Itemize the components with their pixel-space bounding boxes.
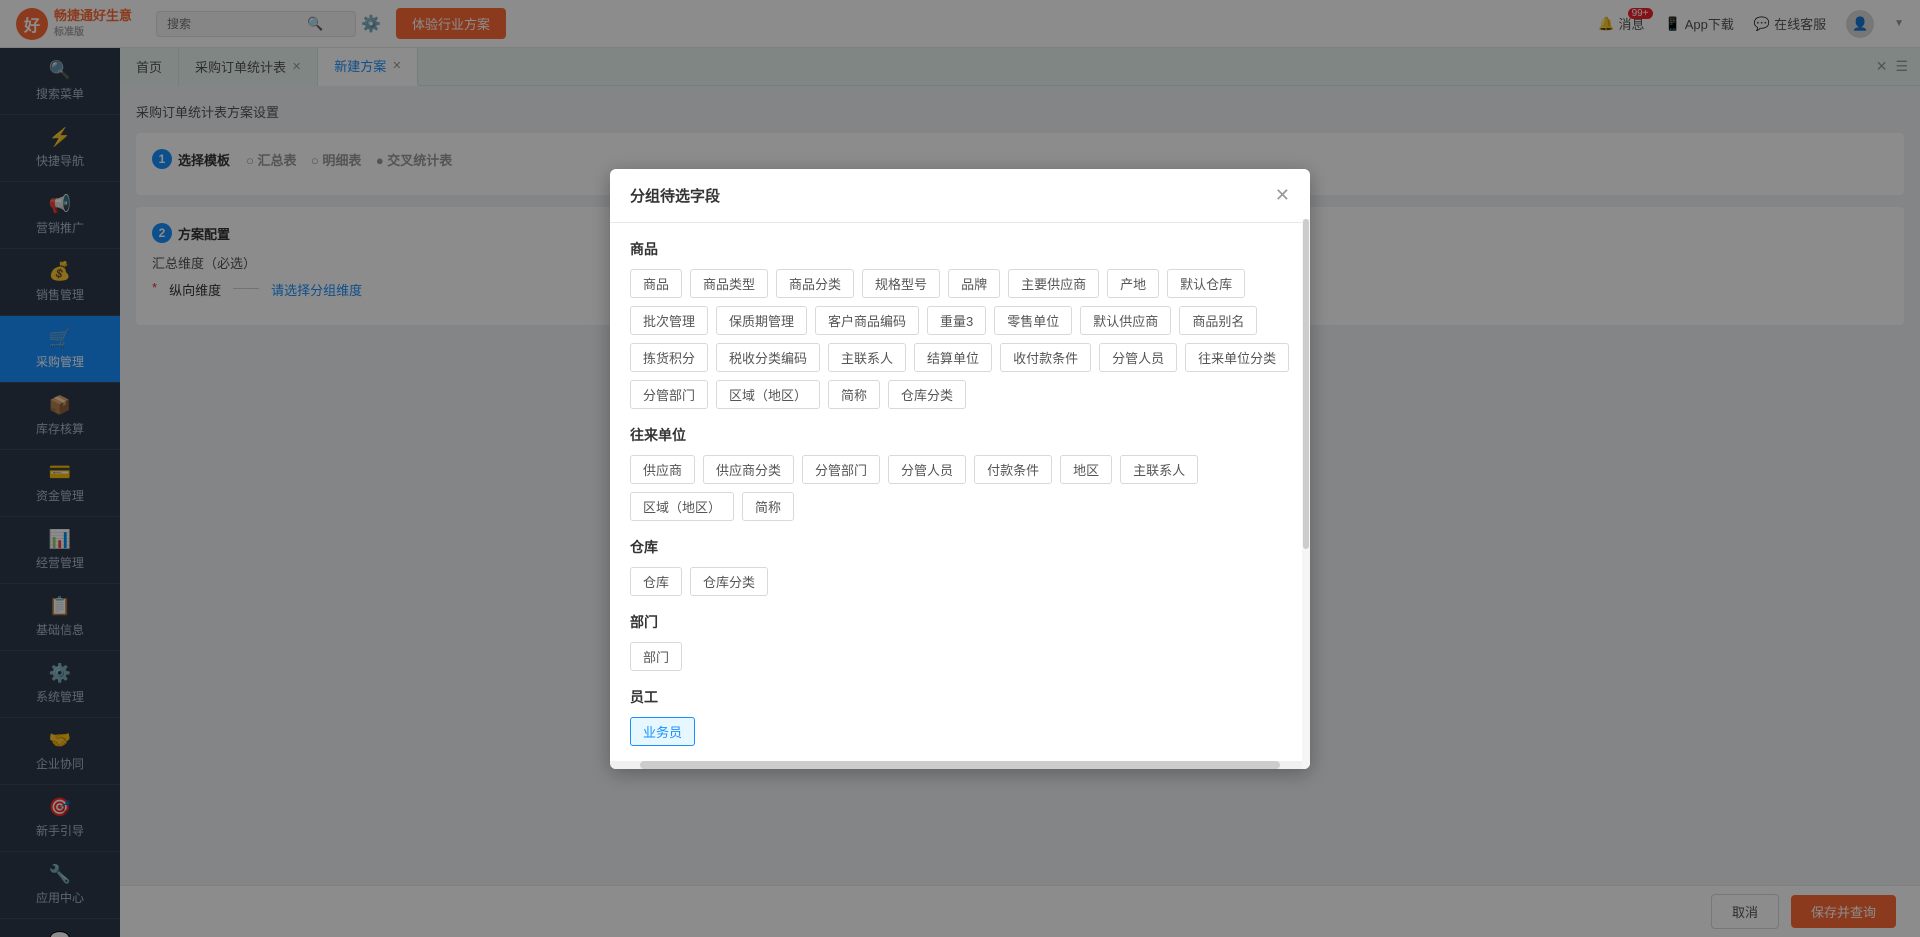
- field-chip-spec[interactable]: 规格型号: [862, 269, 940, 298]
- section-product-title: 商品: [630, 239, 1290, 259]
- field-chip-person-incharge[interactable]: 分管人员: [1099, 343, 1177, 372]
- section-warehouse-title: 仓库: [630, 537, 1290, 557]
- modal-header: 分组待选字段 ✕: [610, 169, 1310, 223]
- field-chip-dept-incharge[interactable]: 分管部门: [630, 380, 708, 409]
- field-chip-dept[interactable]: 部门: [630, 642, 682, 671]
- field-chip-retail-unit[interactable]: 零售单位: [994, 306, 1072, 335]
- section-party-title: 往来单位: [630, 425, 1290, 445]
- modal-horizontal-scrollbar[interactable]: [610, 761, 1310, 769]
- modal-scrollbar-thumb: [1303, 219, 1309, 549]
- field-chip-supplier[interactable]: 供应商: [630, 455, 695, 484]
- field-chip-warehouse-category[interactable]: 仓库分类: [690, 567, 768, 596]
- field-chip-abbr-product[interactable]: 简称: [828, 380, 880, 409]
- field-chip-region-product[interactable]: 区域（地区）: [716, 380, 820, 409]
- section-employee-fields: 业务员: [630, 717, 1290, 746]
- field-chip-brand[interactable]: 品牌: [948, 269, 1000, 298]
- field-chip-area[interactable]: 地区: [1060, 455, 1112, 484]
- field-chip-sales-person[interactable]: 业务员: [630, 717, 695, 746]
- field-chip-pay-terms[interactable]: 付款条件: [974, 455, 1052, 484]
- section-employee-title: 员工: [630, 687, 1290, 707]
- modal-overlay: 分组待选字段 ✕ 商品 商品 商品类型 商品分类 规格型号 品牌 主要供应商 产…: [0, 0, 1920, 937]
- field-chip-product[interactable]: 商品: [630, 269, 682, 298]
- modal-close-button[interactable]: ✕: [1275, 186, 1290, 204]
- field-chip-product-type[interactable]: 商品类型: [690, 269, 768, 298]
- field-chip-payment-terms[interactable]: 收付款条件: [1000, 343, 1091, 372]
- field-chip-origin[interactable]: 产地: [1107, 269, 1159, 298]
- field-chip-main-contact[interactable]: 主联系人: [828, 343, 906, 372]
- section-product-fields: 商品 商品类型 商品分类 规格型号 品牌 主要供应商 产地 默认仓库 批次管理 …: [630, 269, 1290, 409]
- field-chip-warehouse-cat[interactable]: 仓库分类: [888, 380, 966, 409]
- field-chip-batch-mgmt[interactable]: 批次管理: [630, 306, 708, 335]
- field-chip-weight3[interactable]: 重量3: [927, 306, 986, 335]
- section-party-fields: 供应商 供应商分类 分管部门 分管人员 付款条件 地区 主联系人 区域（地区） …: [630, 455, 1290, 521]
- field-select-modal: 分组待选字段 ✕ 商品 商品 商品类型 商品分类 规格型号 品牌 主要供应商 产…: [610, 169, 1310, 769]
- section-dept-title: 部门: [630, 612, 1290, 632]
- field-chip-dept-incharge2[interactable]: 分管部门: [802, 455, 880, 484]
- field-chip-party-category[interactable]: 往来单位分类: [1185, 343, 1289, 372]
- field-chip-expiry-mgmt[interactable]: 保质期管理: [716, 306, 807, 335]
- section-warehouse-fields: 仓库 仓库分类: [630, 567, 1290, 596]
- field-chip-main-contact2[interactable]: 主联系人: [1120, 455, 1198, 484]
- modal-title: 分组待选字段: [630, 185, 720, 206]
- field-chip-product-category[interactable]: 商品分类: [776, 269, 854, 298]
- field-chip-main-supplier[interactable]: 主要供应商: [1008, 269, 1099, 298]
- field-chip-customer-code[interactable]: 客户商品编码: [815, 306, 919, 335]
- field-chip-supplier-cat[interactable]: 供应商分类: [703, 455, 794, 484]
- field-chip-pick-points[interactable]: 拣货积分: [630, 343, 708, 372]
- field-chip-tax-code[interactable]: 税收分类编码: [716, 343, 820, 372]
- modal-body[interactable]: 商品 商品 商品类型 商品分类 规格型号 品牌 主要供应商 产地 默认仓库 批次…: [610, 223, 1310, 761]
- field-chip-settlement-unit[interactable]: 结算单位: [914, 343, 992, 372]
- field-chip-abbr-party[interactable]: 简称: [742, 492, 794, 521]
- field-chip-default-supplier[interactable]: 默认供应商: [1080, 306, 1171, 335]
- field-chip-alias[interactable]: 商品别名: [1179, 306, 1257, 335]
- field-chip-region-party[interactable]: 区域（地区）: [630, 492, 734, 521]
- section-dept-fields: 部门: [630, 642, 1290, 671]
- modal-scroll-thumb: [640, 761, 1280, 769]
- field-chip-default-warehouse[interactable]: 默认仓库: [1167, 269, 1245, 298]
- modal-vertical-scrollbar[interactable]: [1302, 219, 1310, 769]
- field-chip-person-incharge2[interactable]: 分管人员: [888, 455, 966, 484]
- field-chip-warehouse[interactable]: 仓库: [630, 567, 682, 596]
